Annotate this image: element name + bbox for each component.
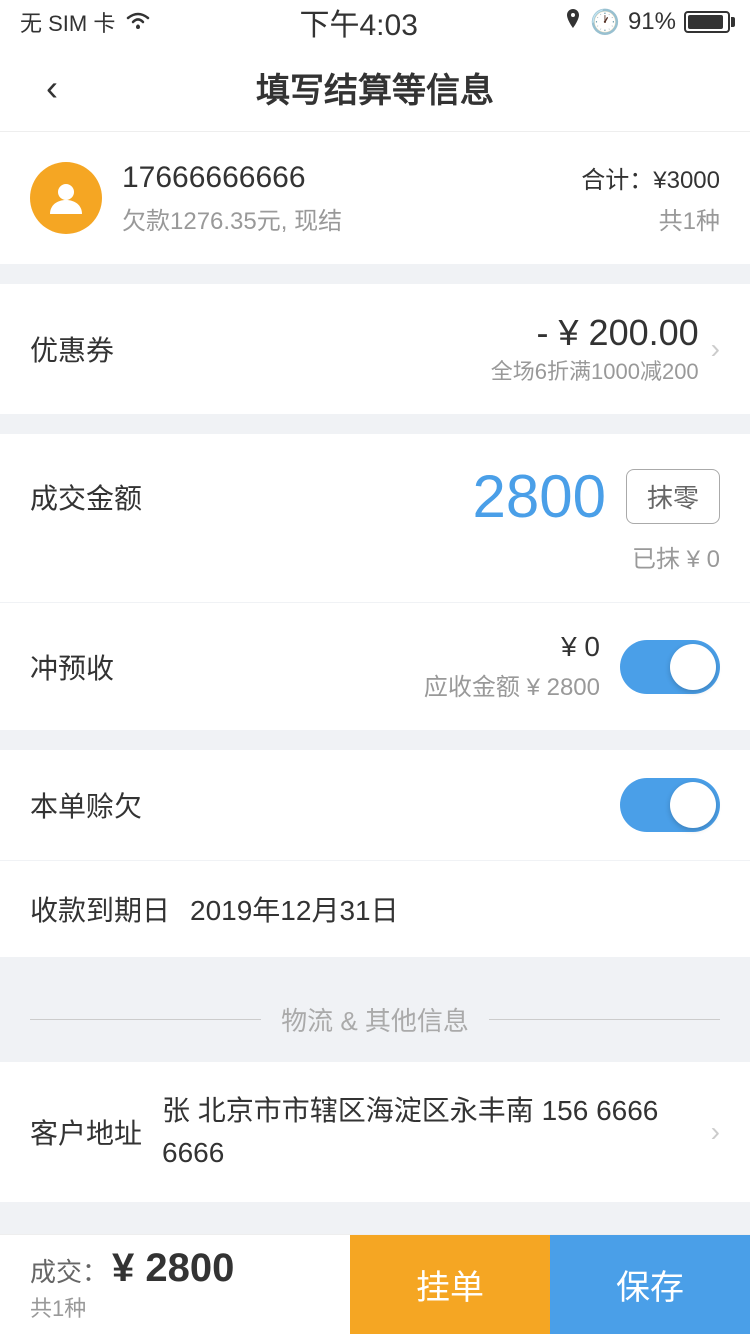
- bottom-deal-count: 共1种: [30, 1291, 320, 1323]
- bottom-bar: 成交： ¥ 2800 共1种 挂单 保存: [0, 1234, 750, 1334]
- coupon-amount: - ¥ 200.00: [537, 312, 699, 354]
- customer-total: 合计：¥3000 共1种: [581, 160, 720, 236]
- divider-1: [0, 264, 750, 284]
- coupon-sub: 全场6折满1000减200: [491, 354, 699, 386]
- page-header: ‹ 填写结算等信息: [0, 44, 750, 132]
- save-button[interactable]: 保存: [550, 1235, 750, 1334]
- divider-3: [0, 730, 750, 750]
- deal-section: 成交金额 2800 抹零 已抹 ¥ 0: [0, 434, 750, 602]
- avatar: [30, 162, 102, 234]
- status-left: 无 SIM 卡: [20, 6, 153, 38]
- status-bar: 无 SIM 卡 下午4:03 🕐 91%: [0, 0, 750, 44]
- divider-2: [0, 414, 750, 434]
- prepay-sub: 应收金额 ¥ 2800: [114, 667, 600, 702]
- address-value: 张 北京市市辖区海淀区永丰南 156 6666 6666: [162, 1090, 699, 1174]
- total-amount: 合计：¥3000: [581, 160, 720, 195]
- prepay-label: 冲预收: [30, 647, 114, 687]
- coupon-label: 优惠券: [30, 329, 114, 369]
- bottom-deal-label: 成交：: [30, 1252, 108, 1289]
- coupon-row[interactable]: 优惠券 - ¥ 200.00 全场6折满1000减200 ›: [0, 284, 750, 414]
- battery-percent: 91%: [628, 8, 676, 36]
- coupon-chevron-icon: ›: [711, 333, 720, 365]
- credit-debt-label: 本单赊欠: [30, 785, 620, 825]
- page-title: 填写结算等信息: [74, 63, 676, 112]
- wifi-icon: [123, 8, 153, 37]
- customer-info: 17666666666 欠款1276.35元, 现结: [122, 161, 581, 236]
- prepay-toggle[interactable]: [620, 640, 720, 694]
- hang-button[interactable]: 挂单: [350, 1235, 550, 1334]
- prepay-amount: ¥ 0: [114, 631, 600, 663]
- customer-phone: 17666666666: [122, 161, 581, 195]
- address-chevron-icon: ›: [711, 1116, 720, 1148]
- credit-debt-row: 本单赊欠: [0, 750, 750, 860]
- round-button[interactable]: 抹零: [626, 469, 720, 524]
- coupon-right: - ¥ 200.00 全场6折满1000减200: [114, 312, 699, 386]
- customer-sub: 欠款1276.35元, 现结: [122, 201, 581, 236]
- status-right: 🕐 91%: [564, 8, 730, 37]
- deal-sub: 已抹 ¥ 0: [30, 539, 720, 574]
- due-date-row: 收款到期日 2019年12月31日: [0, 860, 750, 957]
- sim-text: 无 SIM 卡: [20, 6, 115, 38]
- battery-icon: [684, 11, 730, 33]
- due-date-label: 收款到期日: [30, 889, 170, 929]
- clock-icon: 🕐: [590, 8, 620, 37]
- deal-row: 成交金额 2800 抹零: [30, 462, 720, 531]
- due-date-value: 2019年12月31日: [190, 889, 399, 929]
- deal-value: 2800: [142, 462, 606, 531]
- credit-debt-toggle[interactable]: [620, 778, 720, 832]
- location-icon: [564, 8, 582, 37]
- prepay-right: ¥ 0 应收金额 ¥ 2800: [114, 631, 600, 702]
- total-count: 共1种: [581, 201, 720, 236]
- address-row[interactable]: 客户地址 张 北京市市辖区海淀区永丰南 156 6666 6666 ›: [0, 1062, 750, 1202]
- divider-4: [0, 957, 750, 977]
- section-line-left: [30, 1019, 261, 1020]
- toggle-knob: [670, 644, 716, 690]
- status-time: 下午4:03: [300, 0, 418, 44]
- section-header-text: 物流 & 其他信息: [261, 1001, 489, 1038]
- bottom-deal-amount: ¥ 2800: [112, 1246, 234, 1291]
- credit-toggle-knob: [670, 782, 716, 828]
- customer-row: 17666666666 欠款1276.35元, 现结 合计：¥3000 共1种: [0, 132, 750, 264]
- bottom-deal-info: 成交： ¥ 2800 共1种: [0, 1246, 350, 1323]
- logistics-section-header: 物流 & 其他信息: [0, 977, 750, 1062]
- prepay-row: 冲预收 ¥ 0 应收金额 ¥ 2800: [0, 602, 750, 730]
- back-button[interactable]: ‹: [30, 66, 74, 110]
- deal-label: 成交金额: [30, 477, 142, 517]
- address-label: 客户地址: [30, 1112, 142, 1152]
- section-line-right: [489, 1019, 720, 1020]
